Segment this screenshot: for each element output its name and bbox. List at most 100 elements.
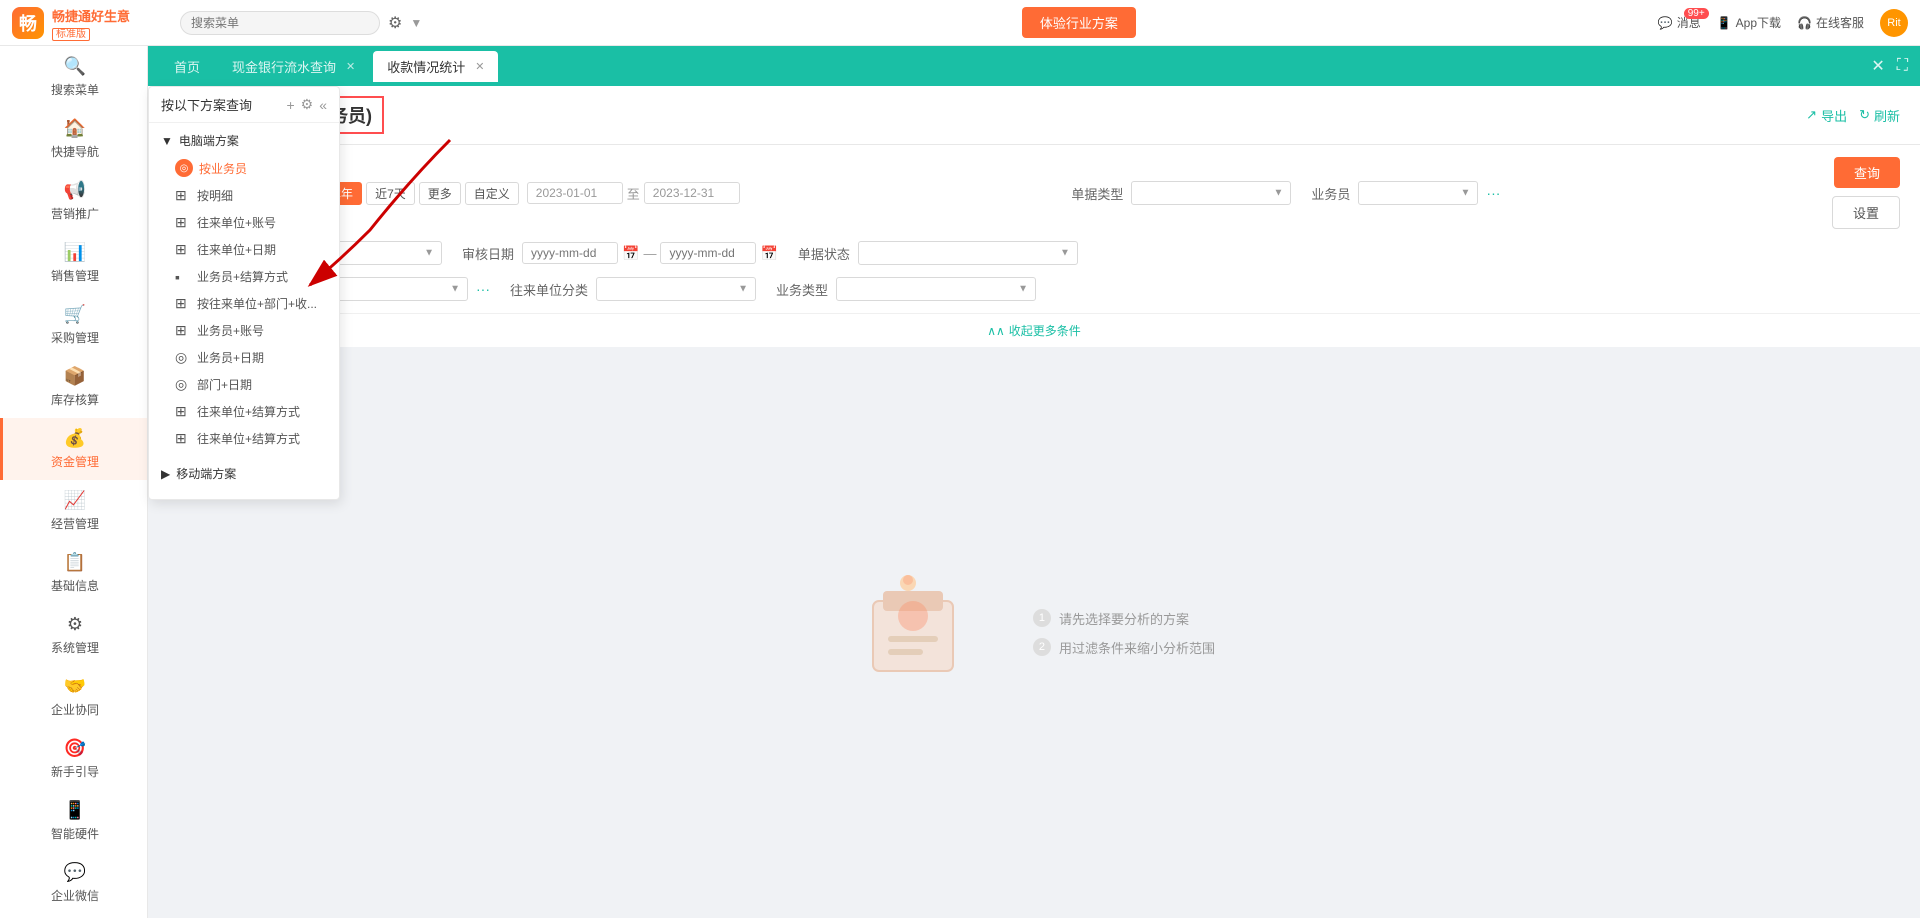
- scheme-add-button[interactable]: +: [286, 96, 294, 113]
- salesman-select[interactable]: [1358, 181, 1478, 205]
- audit-date-range: 📅 — 📅: [522, 242, 778, 264]
- message-item[interactable]: 💬 消息 99+: [1658, 14, 1701, 31]
- sidebar-item-search-menu[interactable]: 🔍 搜索菜单: [0, 46, 147, 108]
- tab-collection-stat[interactable]: 收款情况统计 ✕: [373, 51, 498, 82]
- tab-close-window[interactable]: ✕: [1871, 56, 1884, 76]
- scheme-desktop-section: ▼ 电脑端方案 ◎ 按业务员 ⊞ 按明细 ⊞ 往来单位+账号 ⊞ 往来单位+日期…: [149, 123, 339, 456]
- scheme-header: 按以下方案查询 + ⚙ «: [149, 87, 339, 123]
- salesman-more-icon[interactable]: ···: [1486, 185, 1500, 201]
- scheme-item-dept-date[interactable]: ◎ 部门+日期: [149, 371, 339, 398]
- scheme-desktop-header[interactable]: ▼ 电脑端方案: [149, 127, 339, 154]
- filter-row-3: 往来单位 ··· 往来单位分类: [168, 277, 1900, 301]
- tab-close-bank-flow[interactable]: ✕: [346, 60, 355, 73]
- tab-close-collection-stat[interactable]: ✕: [475, 60, 484, 73]
- page-header: 收款情况统计(按业务员) ↗ 导出 ↻ 刷新: [148, 86, 1920, 145]
- scheme-item-counterpart-settle2[interactable]: ⊞ 往来单位+结算方式: [149, 425, 339, 452]
- salesman-date-icon: ◎: [175, 349, 191, 366]
- sidebar-item-system[interactable]: ⚙ 系统管理: [0, 604, 147, 666]
- sidebar-item-enterprise[interactable]: 🤝 企业协同: [0, 666, 147, 728]
- date-btn-more[interactable]: 更多: [419, 182, 461, 205]
- page-actions: ↗ 导出 ↻ 刷新: [1806, 106, 1900, 125]
- tab-bar-right: ✕ ⛶: [1871, 56, 1908, 76]
- audit-date-label: 审核日期: [462, 244, 514, 263]
- tab-bank-flow[interactable]: 现金银行流水查询 ✕: [218, 51, 369, 82]
- scheme-settings-button[interactable]: ⚙: [301, 96, 314, 113]
- scheme-item-salesman-account[interactable]: ⊞ 业务员+账号: [149, 317, 339, 344]
- counterpart-more-icon[interactable]: ···: [476, 281, 490, 297]
- page-content: 收款情况统计(按业务员) ↗ 导出 ↻ 刷新 单据日期: [148, 86, 1920, 918]
- scheme-item-counterpart-dept[interactable]: ⊞ 按往来单位+部门+收...: [149, 290, 339, 317]
- counterpart-category-select-wrapper: [596, 277, 756, 301]
- counterpart-category-select[interactable]: [596, 277, 756, 301]
- sidebar-item-sales[interactable]: 📊 销售管理: [0, 232, 147, 294]
- salesman-account-icon: ⊞: [175, 322, 191, 339]
- scheme-item-counterpart-date[interactable]: ⊞ 往来单位+日期: [149, 236, 339, 263]
- empty-step-2: 2 用过滤条件来缩小分析范围: [1033, 638, 1215, 657]
- scheme-item-counterpart-settle1[interactable]: ⊞ 往来单位+结算方式: [149, 398, 339, 425]
- refresh-button[interactable]: ↻ 刷新: [1859, 106, 1900, 125]
- scheme-item-salesman-date[interactable]: ◎ 业务员+日期: [149, 344, 339, 371]
- doc-status-select-wrapper: [858, 241, 1078, 265]
- settings-button[interactable]: 设置: [1832, 196, 1900, 229]
- sidebar-item-purchase[interactable]: 🛒 采购管理: [0, 294, 147, 356]
- basic-info-icon: 📋: [64, 552, 86, 573]
- cal-icon-from: 📅: [622, 245, 639, 262]
- salesman-label: 业务员: [1311, 184, 1350, 203]
- scheme-item-counterpart-account[interactable]: ⊞ 往来单位+账号: [149, 209, 339, 236]
- doc-status-select[interactable]: [858, 241, 1078, 265]
- date-btn-7days[interactable]: 近7天: [366, 182, 415, 205]
- date-to-input[interactable]: [644, 182, 740, 204]
- counterpart-category-filter: 往来单位分类: [510, 277, 756, 301]
- filter-row-2: 部门 审核日期 📅 —: [168, 241, 1900, 265]
- gear-button[interactable]: ⚙: [388, 13, 402, 33]
- online-service-item[interactable]: 🎧 在线客服: [1797, 14, 1864, 31]
- audit-date-from-input[interactable]: [522, 242, 618, 264]
- collapse-bar[interactable]: ∧∧ 收起更多条件: [148, 313, 1920, 347]
- scheme-item-by-detail[interactable]: ⊞ 按明细: [149, 182, 339, 209]
- sidebar-item-inventory[interactable]: 📦 库存核算: [0, 356, 147, 418]
- scheme-item-salesman-settle[interactable]: ▪ 业务员+结算方式: [149, 263, 339, 290]
- filter-area: 单据日期 上月 本月 本年 近7天 更多 自定义 至: [148, 145, 1920, 313]
- detail-icon: ⊞: [175, 187, 191, 204]
- user-avatar[interactable]: Rit: [1880, 9, 1908, 37]
- biz-type-select[interactable]: [836, 277, 1036, 301]
- expand-icon[interactable]: ▼: [410, 16, 422, 30]
- logo-text: 畅捷通好生意 标准版: [52, 6, 130, 40]
- empty-steps: 1 请先选择要分析的方案 2 用过滤条件来缩小分析范围: [1033, 609, 1215, 657]
- date-from-input[interactable]: [527, 182, 623, 204]
- top-header: 畅 畅捷通好生意 标准版 ⚙ ▼ 体验行业方案 💬 消息 99+ 📱 App下载…: [0, 0, 1920, 46]
- action-buttons: 查询 设置: [1832, 157, 1900, 229]
- audit-date-filter: 审核日期 📅 — 📅: [462, 242, 778, 264]
- sidebar-item-finance[interactable]: 💰 资金管理: [0, 418, 147, 480]
- query-button[interactable]: 查询: [1834, 157, 1900, 188]
- sidebar-item-wechat[interactable]: 💬 企业微信: [0, 852, 147, 914]
- sidebar-item-member[interactable]: 👑 畅会员: [0, 914, 147, 918]
- export-button[interactable]: ↗ 导出: [1806, 106, 1847, 125]
- finance-icon: 💰: [64, 428, 86, 449]
- biz-type-filter: 业务类型: [776, 277, 1036, 301]
- app-download-item[interactable]: 📱 App下载: [1717, 14, 1781, 31]
- sidebar-item-operations[interactable]: 📈 经营管理: [0, 480, 147, 542]
- search-input[interactable]: [180, 11, 380, 35]
- trial-button[interactable]: 体验行业方案: [1022, 7, 1136, 38]
- refresh-icon: ↻: [1859, 107, 1870, 123]
- operations-icon: 📈: [64, 490, 86, 511]
- scheme-mobile-header[interactable]: ▶ 移动端方案: [149, 460, 339, 487]
- empty-content: 1 请先选择要分析的方案 2 用过滤条件来缩小分析范围: [853, 561, 1215, 705]
- empty-step-1: 1 请先选择要分析的方案: [1033, 609, 1215, 628]
- sidebar-item-quick-nav[interactable]: 🏠 快捷导航: [0, 108, 147, 170]
- sidebar-item-basic-info[interactable]: 📋 基础信息: [0, 542, 147, 604]
- sidebar-item-guide[interactable]: 🎯 新手引导: [0, 728, 147, 790]
- audit-date-to-input[interactable]: [660, 242, 756, 264]
- tab-home[interactable]: 首页: [160, 51, 214, 82]
- service-icon: 🎧: [1797, 16, 1812, 30]
- scheme-item-by-salesman[interactable]: ◎ 按业务员: [149, 154, 339, 182]
- date-btn-custom[interactable]: 自定义: [465, 182, 519, 205]
- biz-type-label: 业务类型: [776, 280, 828, 299]
- doc-type-select[interactable]: [1131, 181, 1291, 205]
- tab-maximize[interactable]: ⛶: [1897, 57, 1908, 75]
- sidebar-item-smart-hw[interactable]: 📱 智能硬件: [0, 790, 147, 852]
- biz-type-select-wrapper: [836, 277, 1036, 301]
- sidebar-item-marketing[interactable]: 📢 营销推广: [0, 170, 147, 232]
- scheme-collapse-button[interactable]: «: [319, 96, 327, 113]
